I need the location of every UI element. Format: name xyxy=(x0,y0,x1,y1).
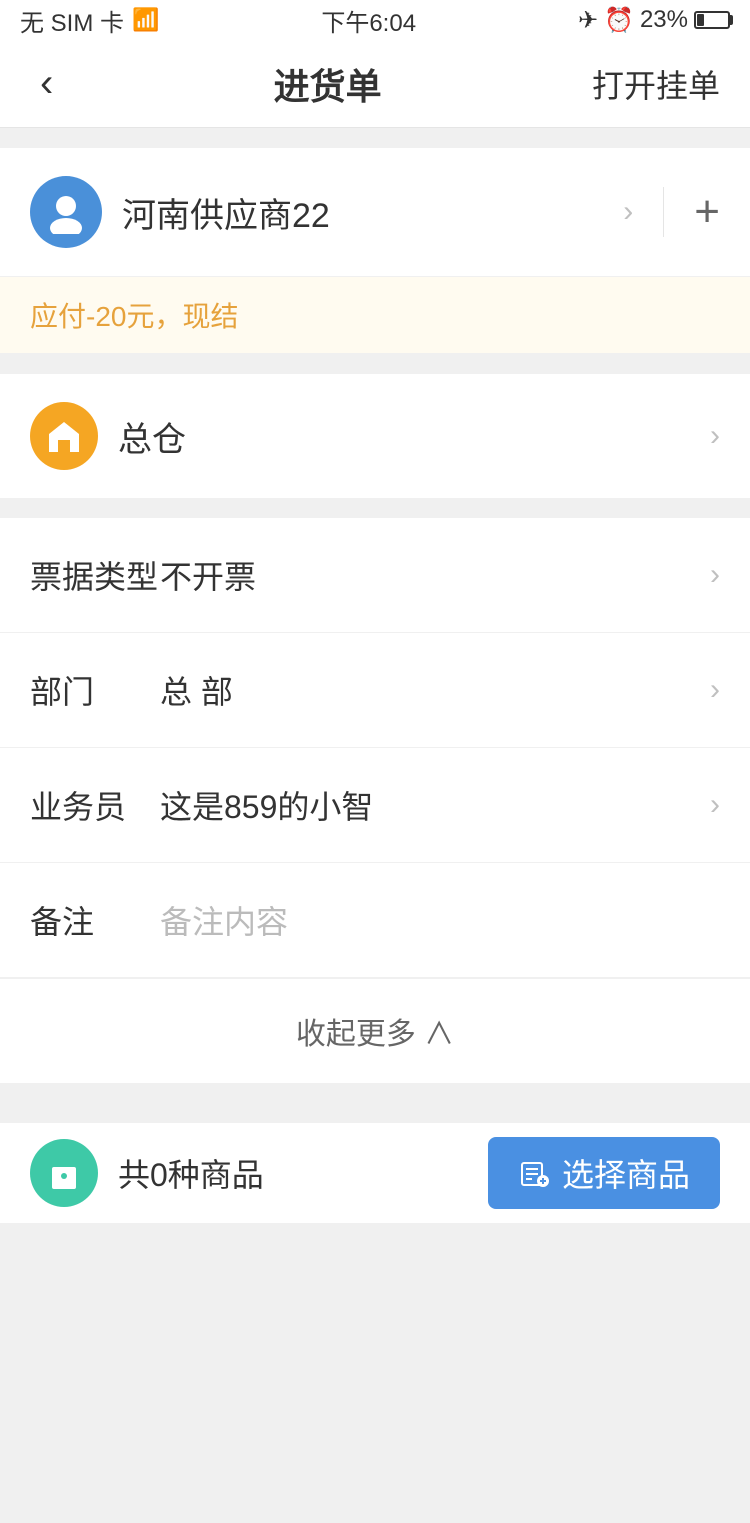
supplier-chevron-icon: › xyxy=(623,195,633,229)
back-button[interactable]: ‹ xyxy=(30,51,63,116)
add-supplier-button[interactable]: + xyxy=(694,187,720,237)
collapse-button[interactable]: 收起更多 ∧ xyxy=(0,978,750,1083)
warehouse-row[interactable]: 总仓 › xyxy=(0,374,750,498)
salesman-value: 这是859的小智 xyxy=(160,782,710,828)
salesman-row[interactable]: 业务员 这是859的小智 › xyxy=(0,748,750,863)
warehouse-chevron-icon: › xyxy=(710,419,720,453)
location-icon: ✈ xyxy=(578,6,598,35)
invoice-type-label: 票据类型 xyxy=(30,552,160,598)
warehouse-icon xyxy=(30,402,98,470)
supplier-divider xyxy=(663,187,664,237)
salesman-label: 业务员 xyxy=(30,782,160,828)
supplier-avatar xyxy=(30,176,102,248)
page-title: 进货单 xyxy=(274,58,382,110)
select-product-button[interactable]: 选择商品 xyxy=(488,1137,720,1209)
salesman-chevron-icon: › xyxy=(710,788,720,822)
shopping-bag-icon xyxy=(44,1153,84,1193)
supplier-section: 河南供应商22 › + 应付-20元，现结 xyxy=(0,148,750,354)
battery-percent: 23% xyxy=(640,6,688,34)
invoice-chevron-icon: › xyxy=(710,558,720,592)
status-bar: 无 SIM 卡 📶 下午6:04 ✈ ⏰ 23% xyxy=(0,0,750,40)
warehouse-house-icon xyxy=(44,416,84,456)
nav-bar: ‹ 进货单 打开挂单 xyxy=(0,40,750,128)
select-product-label: 选择商品 xyxy=(562,1150,690,1196)
avatar-person-icon xyxy=(44,190,88,234)
remark-label: 备注 xyxy=(30,897,160,943)
carrier-text: 无 SIM 卡 xyxy=(20,3,124,38)
invoice-type-row[interactable]: 票据类型 不开票 › xyxy=(0,518,750,633)
supplier-row[interactable]: 河南供应商22 › + xyxy=(0,148,750,277)
supplier-name: 河南供应商22 xyxy=(122,188,623,237)
status-left: 无 SIM 卡 📶 xyxy=(20,3,159,38)
remark-row[interactable]: 备注 备注内容 xyxy=(0,863,750,978)
warehouse-section: 总仓 › xyxy=(0,374,750,498)
add-product-icon xyxy=(518,1157,550,1189)
status-time: 下午6:04 xyxy=(321,3,416,38)
open-pending-button[interactable]: 打开挂单 xyxy=(592,61,720,107)
bottom-bar: 共0种商品 选择商品 xyxy=(0,1123,750,1223)
wifi-icon: 📶 xyxy=(132,7,159,33)
department-row[interactable]: 部门 总 部 › xyxy=(0,633,750,748)
department-label: 部门 xyxy=(30,667,160,713)
battery-icon xyxy=(694,11,730,29)
section-divider-2 xyxy=(0,354,750,374)
status-right: ✈ ⏰ 23% xyxy=(578,6,730,35)
section-divider-1 xyxy=(0,128,750,148)
alarm-icon: ⏰ xyxy=(604,6,634,35)
page-background xyxy=(0,1223,750,1523)
product-count: 共0种商品 xyxy=(118,1150,488,1196)
department-value: 总 部 xyxy=(160,667,710,713)
section-divider-3 xyxy=(0,1083,750,1103)
department-chevron-icon: › xyxy=(710,673,720,707)
notice-bar: 应付-20元，现结 xyxy=(0,277,750,354)
product-icon xyxy=(30,1139,98,1207)
remark-input[interactable]: 备注内容 xyxy=(160,897,720,943)
invoice-type-value: 不开票 xyxy=(160,552,710,598)
form-section: 票据类型 不开票 › 部门 总 部 › 业务员 这是859的小智 › 备注 备注… xyxy=(0,518,750,1083)
warehouse-name: 总仓 xyxy=(118,412,710,461)
